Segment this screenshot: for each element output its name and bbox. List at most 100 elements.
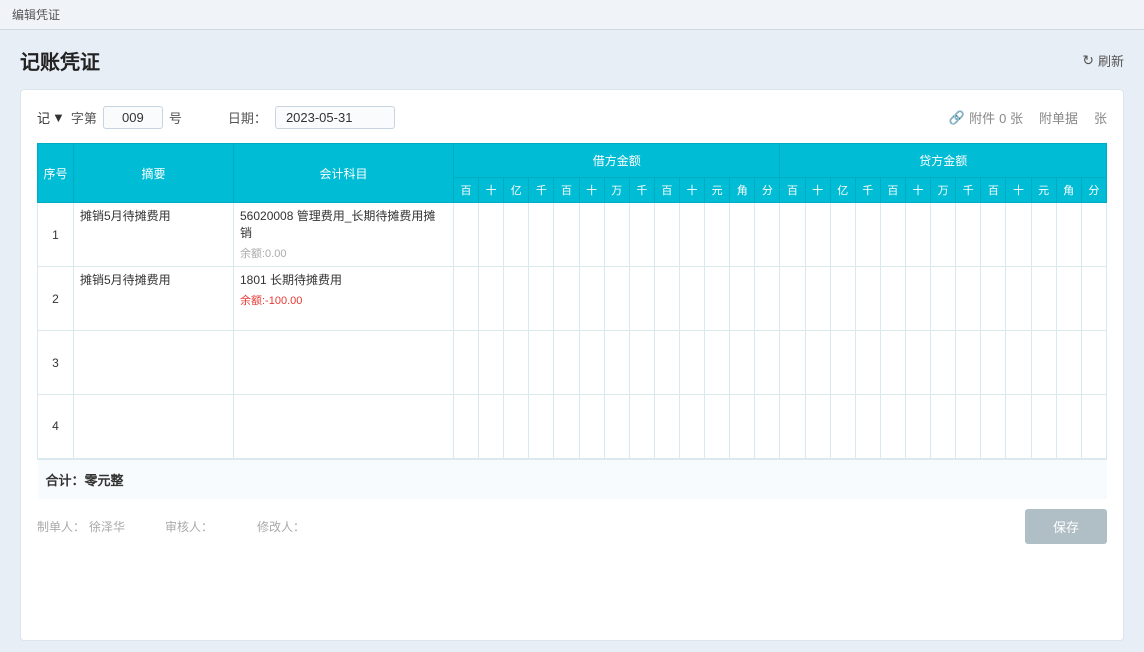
credit-cell-3-6[interactable]: [931, 395, 956, 459]
credit-cell-0-4[interactable]: [880, 203, 905, 267]
debit-cell-3-12[interactable]: [755, 395, 780, 459]
credit-cell-0-12[interactable]: [1081, 203, 1106, 267]
debit-cell-2-1[interactable]: [479, 331, 504, 395]
debit-cell-2-3[interactable]: [529, 331, 554, 395]
summary-cell-1[interactable]: 摊销5月待摊费用: [74, 267, 234, 331]
credit-cell-1-4[interactable]: [880, 267, 905, 331]
credit-cell-1-9[interactable]: [1006, 267, 1031, 331]
debit-cell-3-4[interactable]: [554, 395, 579, 459]
credit-cell-2-4[interactable]: [880, 331, 905, 395]
credit-cell-3-10[interactable]: [1031, 395, 1056, 459]
credit-cell-1-0[interactable]: [780, 267, 805, 331]
credit-cell-2-7[interactable]: [956, 331, 981, 395]
credit-cell-2-12[interactable]: [1081, 331, 1106, 395]
credit-cell-0-7[interactable]: [956, 203, 981, 267]
debit-cell-2-6[interactable]: [604, 331, 629, 395]
attachment-button[interactable]: 🔗 附件 0 张: [949, 108, 1023, 127]
debit-cell-0-9[interactable]: [679, 203, 704, 267]
credit-cell-2-2[interactable]: [830, 331, 855, 395]
account-cell-2[interactable]: [234, 331, 454, 395]
debit-cell-2-5[interactable]: [579, 331, 604, 395]
summary-cell-3[interactable]: [74, 395, 234, 459]
ji-select[interactable]: 记 ▼: [37, 108, 65, 127]
debit-cell-0-5[interactable]: [579, 203, 604, 267]
credit-cell-1-6[interactable]: [931, 267, 956, 331]
debit-cell-1-2[interactable]: [504, 267, 529, 331]
fudan-button[interactable]: 附单据: [1039, 108, 1078, 127]
debit-cell-1-7[interactable]: [629, 267, 654, 331]
credit-cell-2-5[interactable]: [905, 331, 930, 395]
debit-cell-0-12[interactable]: [755, 203, 780, 267]
credit-cell-2-9[interactable]: [1006, 331, 1031, 395]
debit-cell-3-7[interactable]: [629, 395, 654, 459]
debit-cell-1-8[interactable]: [654, 267, 679, 331]
debit-cell-3-1[interactable]: [479, 395, 504, 459]
credit-cell-1-8[interactable]: [981, 267, 1006, 331]
credit-cell-0-9[interactable]: [1006, 203, 1031, 267]
credit-cell-3-1[interactable]: [805, 395, 830, 459]
debit-cell-2-11[interactable]: [730, 331, 755, 395]
debit-cell-3-9[interactable]: [679, 395, 704, 459]
debit-cell-0-10[interactable]: [705, 203, 730, 267]
debit-cell-1-12[interactable]: [755, 267, 780, 331]
debit-cell-1-4[interactable]: [554, 267, 579, 331]
debit-cell-0-8[interactable]: [654, 203, 679, 267]
credit-cell-3-0[interactable]: [780, 395, 805, 459]
account-cell-0[interactable]: 56020008 管理费用_长期待摊费用摊销余额:0.00: [234, 203, 454, 267]
debit-cell-0-0[interactable]: [454, 203, 479, 267]
debit-cell-3-11[interactable]: [730, 395, 755, 459]
credit-cell-3-7[interactable]: [956, 395, 981, 459]
credit-cell-3-9[interactable]: [1006, 395, 1031, 459]
debit-cell-0-4[interactable]: [554, 203, 579, 267]
debit-cell-3-10[interactable]: [705, 395, 730, 459]
credit-cell-3-12[interactable]: [1081, 395, 1106, 459]
debit-cell-2-9[interactable]: [679, 331, 704, 395]
debit-cell-1-10[interactable]: [705, 267, 730, 331]
credit-cell-0-11[interactable]: [1056, 203, 1081, 267]
credit-cell-0-5[interactable]: [905, 203, 930, 267]
debit-cell-2-7[interactable]: [629, 331, 654, 395]
summary-cell-0[interactable]: 摊销5月待摊费用: [74, 203, 234, 267]
debit-cell-3-3[interactable]: [529, 395, 554, 459]
credit-cell-0-8[interactable]: [981, 203, 1006, 267]
date-input[interactable]: [275, 106, 395, 129]
zi-number-input[interactable]: [103, 106, 163, 129]
credit-cell-2-0[interactable]: [780, 331, 805, 395]
credit-cell-1-5[interactable]: [905, 267, 930, 331]
debit-cell-2-8[interactable]: [654, 331, 679, 395]
debit-cell-0-2[interactable]: [504, 203, 529, 267]
credit-cell-3-11[interactable]: [1056, 395, 1081, 459]
credit-cell-2-1[interactable]: [805, 331, 830, 395]
debit-cell-1-11[interactable]: [730, 267, 755, 331]
credit-cell-2-6[interactable]: [931, 331, 956, 395]
credit-cell-2-8[interactable]: [981, 331, 1006, 395]
debit-cell-0-11[interactable]: [730, 203, 755, 267]
account-cell-3[interactable]: [234, 395, 454, 459]
debit-cell-0-1[interactable]: [479, 203, 504, 267]
credit-cell-3-2[interactable]: [830, 395, 855, 459]
credit-cell-1-2[interactable]: [830, 267, 855, 331]
credit-cell-1-7[interactable]: [956, 267, 981, 331]
credit-cell-0-0[interactable]: [780, 203, 805, 267]
debit-cell-3-2[interactable]: [504, 395, 529, 459]
credit-cell-0-2[interactable]: [830, 203, 855, 267]
credit-cell-0-6[interactable]: [931, 203, 956, 267]
debit-cell-2-10[interactable]: [705, 331, 730, 395]
debit-cell-0-7[interactable]: [629, 203, 654, 267]
debit-cell-2-4[interactable]: [554, 331, 579, 395]
debit-cell-1-6[interactable]: [604, 267, 629, 331]
credit-cell-3-5[interactable]: [905, 395, 930, 459]
debit-cell-2-2[interactable]: [504, 331, 529, 395]
debit-cell-0-6[interactable]: [604, 203, 629, 267]
credit-cell-1-12[interactable]: [1081, 267, 1106, 331]
debit-cell-1-3[interactable]: [529, 267, 554, 331]
debit-cell-1-5[interactable]: [579, 267, 604, 331]
debit-cell-1-1[interactable]: [479, 267, 504, 331]
credit-cell-3-8[interactable]: [981, 395, 1006, 459]
credit-cell-1-3[interactable]: [855, 267, 880, 331]
debit-cell-2-0[interactable]: [454, 331, 479, 395]
credit-cell-1-1[interactable]: [805, 267, 830, 331]
credit-cell-0-1[interactable]: [805, 203, 830, 267]
debit-cell-3-5[interactable]: [579, 395, 604, 459]
debit-cell-3-8[interactable]: [654, 395, 679, 459]
